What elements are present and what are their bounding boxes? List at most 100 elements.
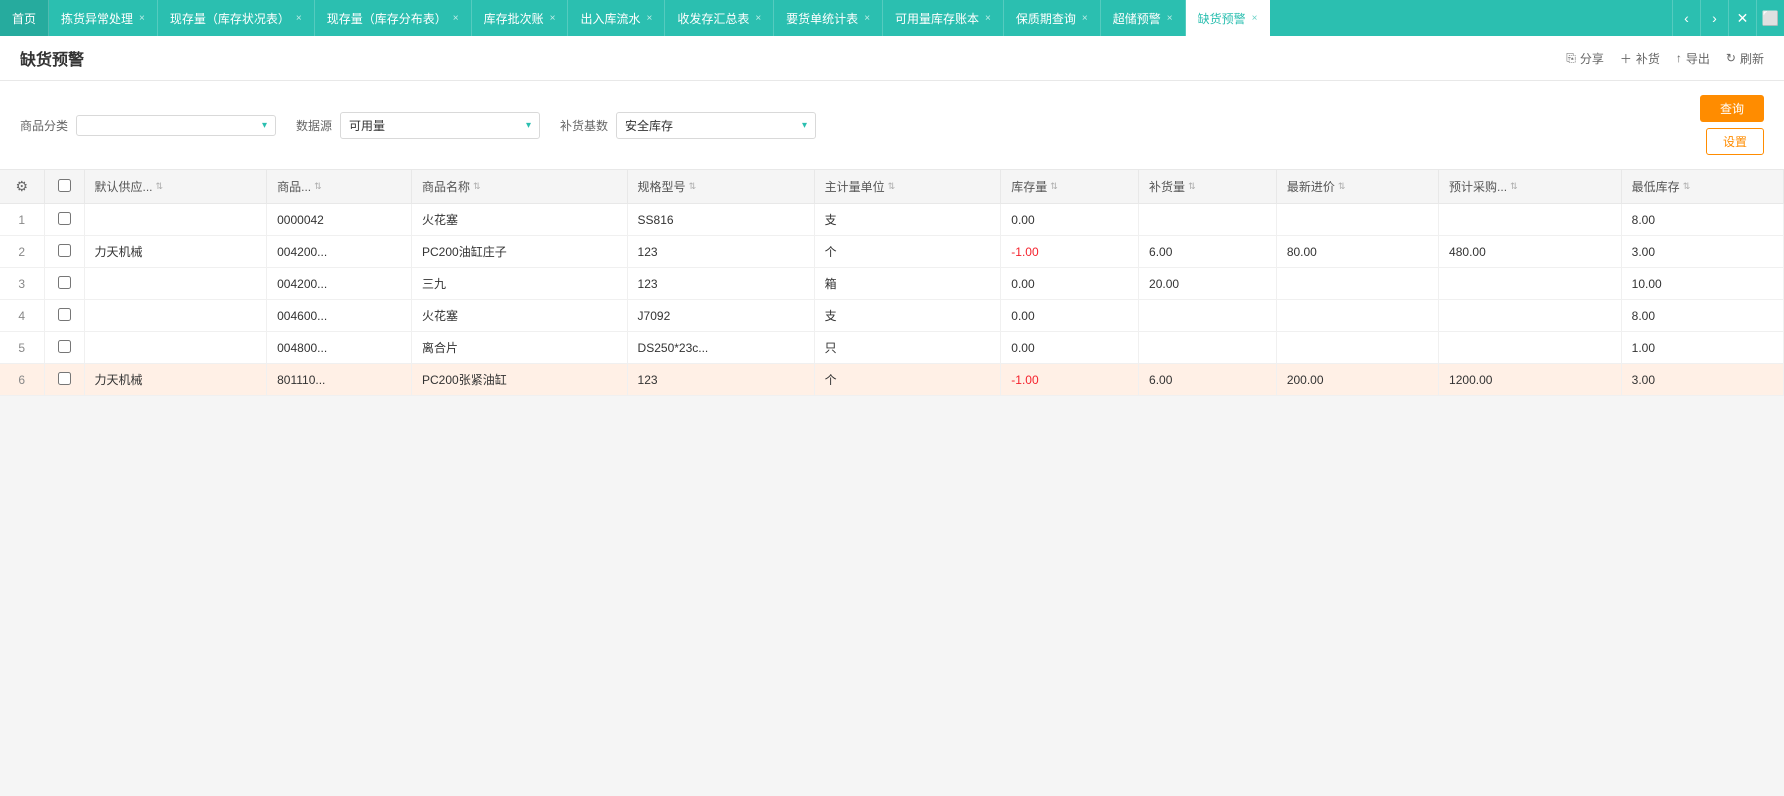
cell-supplier xyxy=(84,300,267,332)
row-checkbox[interactable] xyxy=(58,212,71,225)
sort-price-icon: ⇅ xyxy=(1338,181,1346,192)
cell-stock: 0.00 xyxy=(1001,268,1139,300)
category-chevron-icon: ▾ xyxy=(262,120,267,131)
row-checkbox-cell[interactable] xyxy=(44,300,84,332)
column-settings-icon[interactable]: ⚙ xyxy=(0,170,44,204)
replenish-base-label: 补货基数 xyxy=(560,117,608,134)
row-checkbox[interactable] xyxy=(58,372,71,385)
cell-code: 004200... xyxy=(267,236,412,268)
tab-available-ledger[interactable]: 可用量库存账本 × xyxy=(883,0,1004,36)
row-checkbox[interactable] xyxy=(58,244,71,257)
tab-close-flow[interactable]: × xyxy=(646,13,652,24)
cell-name: 离合片 xyxy=(412,332,628,364)
cell-stock: 0.00 xyxy=(1001,300,1139,332)
sort-spec-icon: ⇅ xyxy=(689,181,697,192)
tab-close-all-button[interactable]: ✕ xyxy=(1728,0,1756,36)
tab-maximize-button[interactable]: ⬜ xyxy=(1756,0,1784,36)
tab-close-available-ledger[interactable]: × xyxy=(985,13,991,24)
row-checkbox-cell[interactable] xyxy=(44,268,84,300)
filter-category-group: 商品分类 ▾ xyxy=(20,115,276,136)
refresh-icon: ↻ xyxy=(1726,51,1736,65)
datasource-value: 可用量 xyxy=(349,117,385,134)
share-action[interactable]: ⎘ 分享 xyxy=(1566,50,1604,67)
row-number: 4 xyxy=(0,300,44,332)
tab-close-batch-account[interactable]: × xyxy=(550,13,556,24)
tab-overstock[interactable]: 超储预警 × xyxy=(1101,0,1186,36)
column-checkbox-header[interactable] xyxy=(44,170,84,204)
row-checkbox-cell[interactable] xyxy=(44,332,84,364)
tab-stock-status[interactable]: 现存量（库存状况表） × xyxy=(158,0,315,36)
cell-min-stock: 8.00 xyxy=(1621,204,1783,236)
category-select[interactable]: ▾ xyxy=(76,115,276,136)
table-body: 10000042火花塞SS816支0.008.002力天机械004200...P… xyxy=(0,204,1784,396)
row-checkbox[interactable] xyxy=(58,276,71,289)
tab-batch-account[interactable]: 库存批次账 × xyxy=(472,0,569,36)
column-spec: 规格型号 ⇅ xyxy=(627,170,814,204)
cell-spec: 123 xyxy=(627,236,814,268)
cell-replenish: 20.00 xyxy=(1139,268,1277,300)
tab-summary[interactable]: 收发存汇总表 × xyxy=(665,0,774,36)
tab-close-summary[interactable]: × xyxy=(755,13,761,24)
cell-unit: 只 xyxy=(814,332,1001,364)
cell-est xyxy=(1439,204,1622,236)
filter-replenish-base-group: 补货基数 安全库存 ▾ xyxy=(560,112,816,139)
cell-stock: 0.00 xyxy=(1001,204,1139,236)
tab-close-overstock[interactable]: × xyxy=(1167,13,1173,24)
row-checkbox-cell[interactable] xyxy=(44,236,84,268)
settings-button[interactable]: 设置 xyxy=(1706,128,1764,155)
cell-supplier: 力天机械 xyxy=(84,236,267,268)
replenish-base-select[interactable]: 安全库存 ▾ xyxy=(616,112,816,139)
tab-requisition[interactable]: 要货单统计表 × xyxy=(774,0,883,36)
cell-est xyxy=(1439,332,1622,364)
row-checkbox[interactable] xyxy=(58,340,71,353)
column-replenish-qty: 补货量 ⇅ xyxy=(1139,170,1277,204)
tab-shortage[interactable]: 缺货预警 × xyxy=(1186,0,1271,36)
row-number: 3 xyxy=(0,268,44,300)
cell-replenish xyxy=(1139,300,1277,332)
tab-close-stock-status[interactable]: × xyxy=(296,13,302,24)
select-all-checkbox[interactable] xyxy=(58,179,71,192)
replenish-action[interactable]: ＋ 补货 xyxy=(1620,50,1660,67)
tab-next-button[interactable]: › xyxy=(1700,0,1728,36)
column-latest-price: 最新进价 ⇅ xyxy=(1276,170,1438,204)
tab-close-stock-dist[interactable]: × xyxy=(453,13,459,24)
cell-code: 004800... xyxy=(267,332,412,364)
tab-stock-dist[interactable]: 现存量（库存分布表） × xyxy=(315,0,472,36)
cell-unit: 个 xyxy=(814,364,1001,396)
tab-flow[interactable]: 出入库流水 × xyxy=(568,0,665,36)
cell-price xyxy=(1276,268,1438,300)
category-label: 商品分类 xyxy=(20,117,68,134)
refresh-action[interactable]: ↻ 刷新 xyxy=(1726,50,1764,67)
column-est-purchase: 预计采购... ⇅ xyxy=(1439,170,1622,204)
tab-close-requisition[interactable]: × xyxy=(864,13,870,24)
export-icon: ↑ xyxy=(1676,51,1682,65)
tab-prev-button[interactable]: ‹ xyxy=(1672,0,1700,36)
column-min-stock: 最低库存 ⇅ xyxy=(1621,170,1783,204)
datasource-select[interactable]: 可用量 ▾ xyxy=(340,112,540,139)
cell-unit: 箱 xyxy=(814,268,1001,300)
cell-replenish: 6.00 xyxy=(1139,364,1277,396)
table-row: 2力天机械004200...PC200油缸庄子123个-1.006.0080.0… xyxy=(0,236,1784,268)
cell-est: 1200.00 xyxy=(1439,364,1622,396)
tab-bar: 首页 拣货异常处理 × 现存量（库存状况表） × 现存量（库存分布表） × 库存… xyxy=(0,0,1784,36)
cell-est xyxy=(1439,300,1622,332)
tab-shelf-life[interactable]: 保质期查询 × xyxy=(1004,0,1101,36)
shortage-table: ⚙ 默认供应... ⇅ 商品... ⇅ 商品名称 xyxy=(0,170,1784,396)
row-checkbox[interactable] xyxy=(58,308,71,321)
query-button[interactable]: 查询 xyxy=(1700,95,1764,122)
export-action[interactable]: ↑ 导出 xyxy=(1676,50,1710,67)
table-row: 5004800...离合片DS250*23c...只0.001.00 xyxy=(0,332,1784,364)
row-checkbox-cell[interactable] xyxy=(44,204,84,236)
tab-close-picking-exception[interactable]: × xyxy=(139,13,145,24)
tab-picking-exception[interactable]: 拣货异常处理 × xyxy=(49,0,158,36)
cell-name: 三九 xyxy=(412,268,628,300)
tab-close-shortage[interactable]: × xyxy=(1252,13,1258,24)
tab-close-shelf-life[interactable]: × xyxy=(1082,13,1088,24)
cell-unit: 支 xyxy=(814,300,1001,332)
cell-supplier xyxy=(84,204,267,236)
cell-price: 80.00 xyxy=(1276,236,1438,268)
row-number: 6 xyxy=(0,364,44,396)
row-checkbox-cell[interactable] xyxy=(44,364,84,396)
table-row: 10000042火花塞SS816支0.008.00 xyxy=(0,204,1784,236)
tab-home[interactable]: 首页 xyxy=(0,0,49,36)
